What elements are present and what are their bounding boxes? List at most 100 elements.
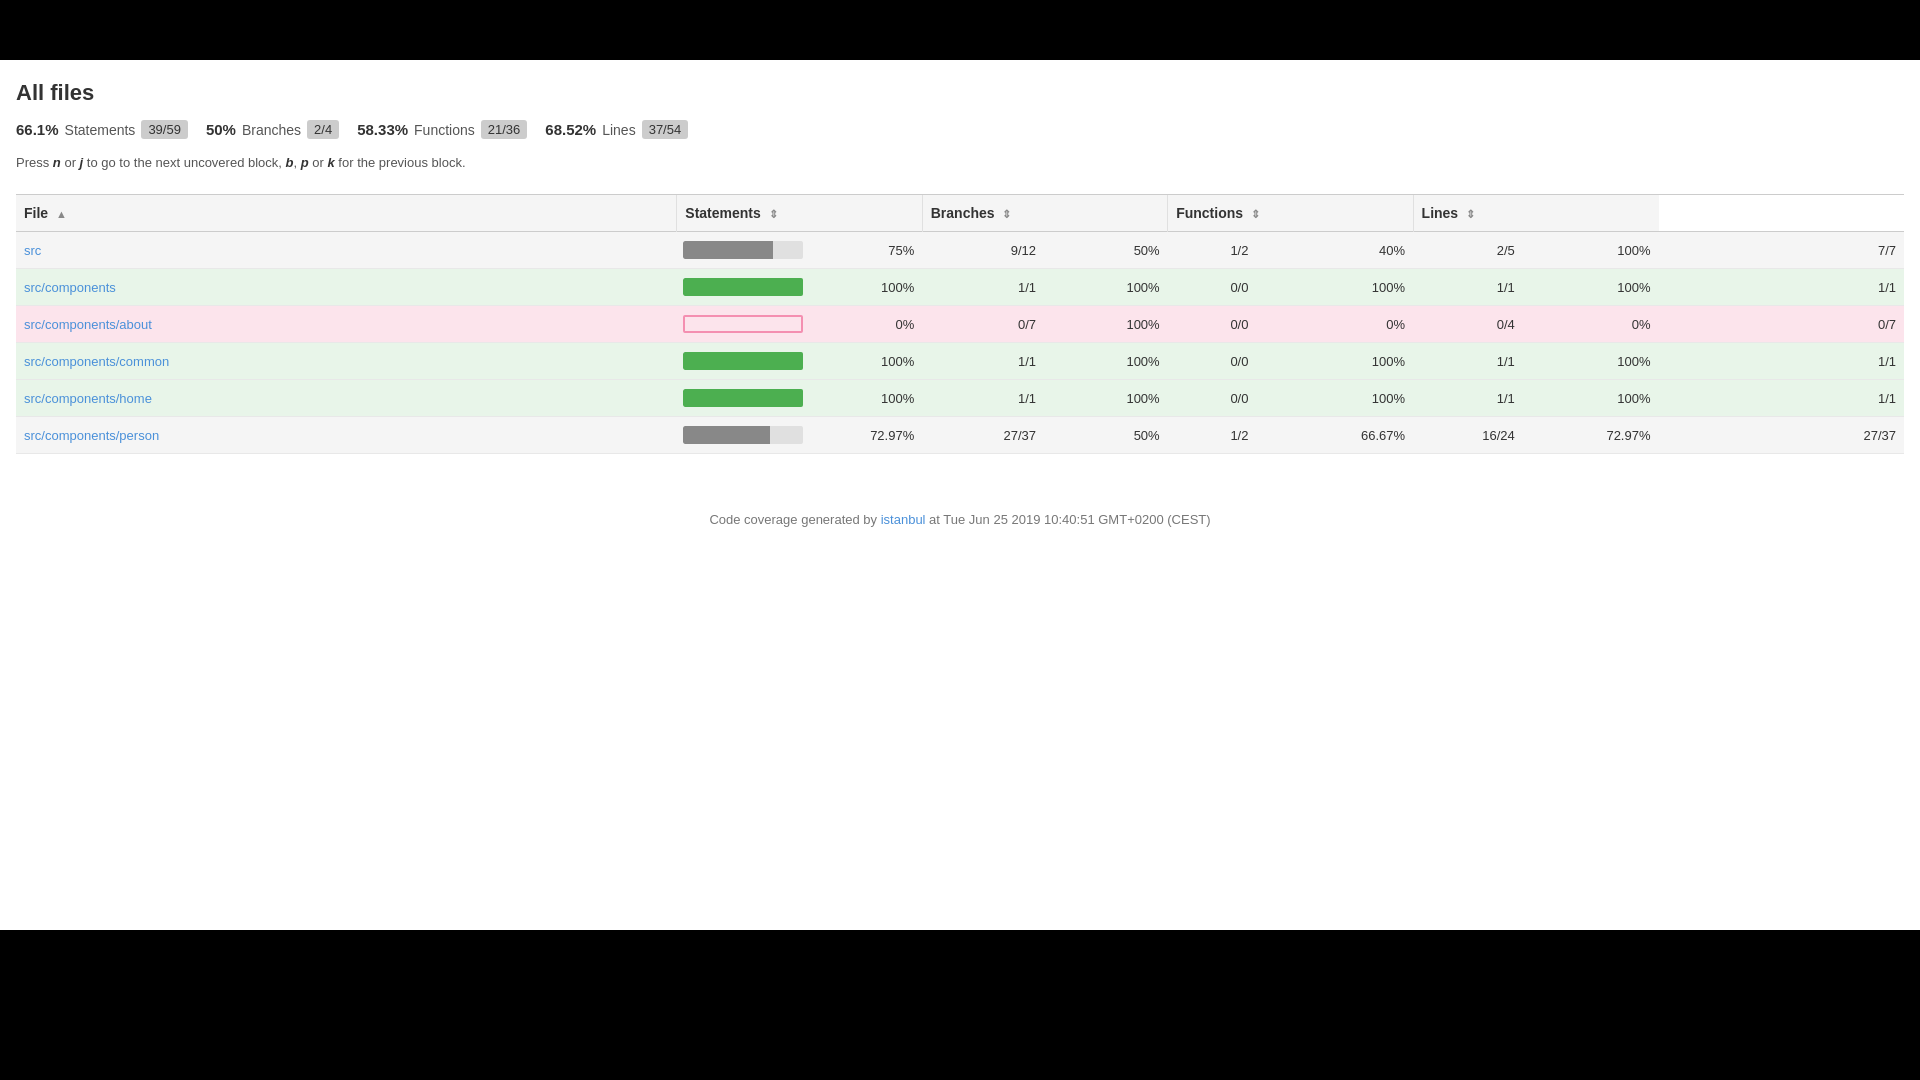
page-title: All files xyxy=(16,80,1904,106)
col-header-statements[interactable]: Statements ⇕ xyxy=(677,195,922,232)
stmt-count: 1/1 xyxy=(922,269,1044,306)
table-header-row: File ▲ Statements ⇕ Branches ⇕ Functions… xyxy=(16,195,1904,232)
line-count: 1/1 xyxy=(1659,269,1905,306)
bar-cell xyxy=(677,343,846,380)
footer-pre: Code coverage generated by xyxy=(709,512,880,527)
branches-pct: 50% xyxy=(206,121,236,138)
col-file-label: File xyxy=(24,205,48,221)
col-functions-label: Functions xyxy=(1176,205,1243,221)
hint-text: Press n or j to go to the next uncovered… xyxy=(16,155,1904,170)
summary-bar: 66.1% Statements 39/59 50% Branches 2/4 … xyxy=(16,120,1904,139)
line-count: 1/1 xyxy=(1659,343,1905,380)
file-cell: src/components/common xyxy=(16,343,677,380)
stmt-pct: 100% xyxy=(845,343,922,380)
footer: Code coverage generated by istanbul at T… xyxy=(16,494,1904,545)
lines-badge: 37/54 xyxy=(642,120,689,139)
branch-count: 0/0 xyxy=(1168,343,1257,380)
table-row: src/components/about0%0/7100%0/00%0/40%0… xyxy=(16,306,1904,343)
functions-label: Functions xyxy=(414,122,475,138)
stmt-pct: 75% xyxy=(845,232,922,269)
branch-count: 0/0 xyxy=(1168,306,1257,343)
file-link[interactable]: src xyxy=(24,243,41,258)
main-content: All files 66.1% Statements 39/59 50% Bra… xyxy=(0,60,1920,930)
statements-label: Statements xyxy=(65,122,136,138)
stmt-count: 1/1 xyxy=(922,343,1044,380)
line-count: 27/37 xyxy=(1659,417,1905,454)
statements-pct: 66.1% xyxy=(16,121,59,138)
branch-pct: 100% xyxy=(1044,343,1168,380)
stmt-count: 9/12 xyxy=(922,232,1044,269)
func-count: 1/1 xyxy=(1413,380,1523,417)
file-cell: src xyxy=(16,232,677,269)
stmt-count: 0/7 xyxy=(922,306,1044,343)
table-row: src/components/home100%1/1100%0/0100%1/1… xyxy=(16,380,1904,417)
line-pct: 72.97% xyxy=(1523,417,1659,454)
statements-badge: 39/59 xyxy=(141,120,188,139)
top-bar xyxy=(0,0,1920,60)
line-count: 1/1 xyxy=(1659,380,1905,417)
istanbul-link[interactable]: istanbul xyxy=(881,512,926,527)
file-link[interactable]: src/components xyxy=(24,280,116,295)
branch-pct: 50% xyxy=(1044,417,1168,454)
file-link[interactable]: src/components/common xyxy=(24,354,169,369)
summary-statements: 66.1% Statements 39/59 xyxy=(16,120,188,139)
stmt-pct: 72.97% xyxy=(845,417,922,454)
file-cell: src/components/person xyxy=(16,417,677,454)
col-header-lines[interactable]: Lines ⇕ xyxy=(1413,195,1658,232)
table-row: src75%9/1250%1/240%2/5100%7/7 xyxy=(16,232,1904,269)
bar-cell xyxy=(677,306,846,343)
col-statements-sort: ⇕ xyxy=(769,208,778,220)
func-pct: 40% xyxy=(1256,232,1413,269)
line-pct: 100% xyxy=(1523,343,1659,380)
stmt-count: 27/37 xyxy=(922,417,1044,454)
func-count: 16/24 xyxy=(1413,417,1523,454)
coverage-table: File ▲ Statements ⇕ Branches ⇕ Functions… xyxy=(16,195,1904,454)
summary-lines: 68.52% Lines 37/54 xyxy=(545,120,688,139)
branch-pct: 100% xyxy=(1044,306,1168,343)
func-pct: 100% xyxy=(1256,269,1413,306)
func-count: 2/5 xyxy=(1413,232,1523,269)
bar-cell xyxy=(677,417,846,454)
branch-count: 1/2 xyxy=(1168,417,1257,454)
line-count: 7/7 xyxy=(1659,232,1905,269)
line-pct: 0% xyxy=(1523,306,1659,343)
stmt-count: 1/1 xyxy=(922,380,1044,417)
file-cell: src/components/home xyxy=(16,380,677,417)
branch-pct: 100% xyxy=(1044,380,1168,417)
summary-branches: 50% Branches 2/4 xyxy=(206,120,339,139)
stmt-pct: 100% xyxy=(845,380,922,417)
file-link[interactable]: src/components/home xyxy=(24,391,152,406)
col-header-functions[interactable]: Functions ⇕ xyxy=(1168,195,1413,232)
bottom-bar xyxy=(0,930,1920,990)
table-row: src/components/person72.97%27/3750%1/266… xyxy=(16,417,1904,454)
func-count: 1/1 xyxy=(1413,269,1523,306)
functions-badge: 21/36 xyxy=(481,120,528,139)
file-link[interactable]: src/components/about xyxy=(24,317,152,332)
file-cell: src/components xyxy=(16,269,677,306)
lines-label: Lines xyxy=(602,122,635,138)
footer-post: at Tue Jun 25 2019 10:40:51 GMT+0200 (CE… xyxy=(926,512,1211,527)
line-pct: 100% xyxy=(1523,269,1659,306)
branches-label: Branches xyxy=(242,122,301,138)
func-pct: 66.67% xyxy=(1256,417,1413,454)
col-branches-label: Branches xyxy=(931,205,995,221)
branch-count: 0/0 xyxy=(1168,269,1257,306)
func-pct: 100% xyxy=(1256,343,1413,380)
summary-functions: 58.33% Functions 21/36 xyxy=(357,120,527,139)
bar-cell xyxy=(677,269,846,306)
file-cell: src/components/about xyxy=(16,306,677,343)
branches-badge: 2/4 xyxy=(307,120,339,139)
func-count: 1/1 xyxy=(1413,343,1523,380)
table-row: src/components/common100%1/1100%0/0100%1… xyxy=(16,343,1904,380)
col-functions-sort: ⇕ xyxy=(1251,208,1260,220)
col-header-branches[interactable]: Branches ⇕ xyxy=(922,195,1167,232)
line-pct: 100% xyxy=(1523,380,1659,417)
col-header-file[interactable]: File ▲ xyxy=(16,195,677,232)
col-branches-sort: ⇕ xyxy=(1002,208,1011,220)
func-pct: 0% xyxy=(1256,306,1413,343)
func-count: 0/4 xyxy=(1413,306,1523,343)
col-file-sort: ▲ xyxy=(56,208,67,220)
file-link[interactable]: src/components/person xyxy=(24,428,159,443)
line-pct: 100% xyxy=(1523,232,1659,269)
branch-pct: 50% xyxy=(1044,232,1168,269)
